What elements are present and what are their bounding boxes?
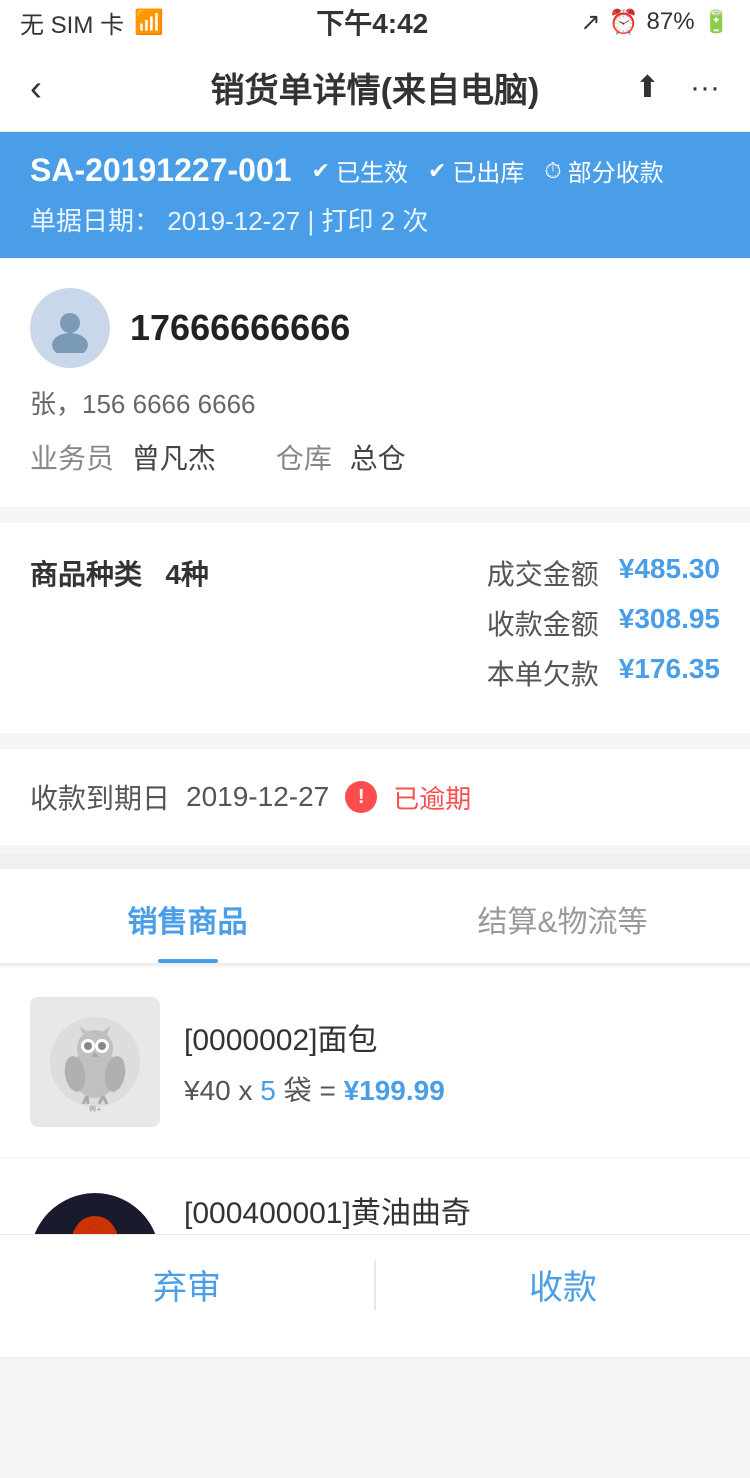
warehouse-label: 仓库 <box>276 443 332 474</box>
print-info: | 打印 2 次 <box>307 206 428 236</box>
summary-left: 商品种类 4种 <box>30 553 209 593</box>
status-shipped: ✔ 已出库 <box>428 153 524 188</box>
status-partial: ⏱ 部分收款 <box>544 153 663 188</box>
product-name-2: [000400001]黄油曲奇 <box>184 1188 720 1232</box>
svg-text:兽+: 兽+ <box>89 1104 102 1112</box>
payment-due-label: 收款到期日 <box>30 777 170 817</box>
nav-bar: ‹ 销货单详情(来自电脑) ⬆ ··· <box>0 44 750 132</box>
overdue-text: 已逾期 <box>393 779 471 816</box>
location-icon: ↗ <box>581 8 601 37</box>
type-label: 商品种类 <box>30 559 142 590</box>
customer-section: 17666666666 张，156 6666 6666 业务员 曾凡杰 仓库 总… <box>0 258 750 507</box>
carrier-text: 无 SIM 卡 <box>20 5 124 40</box>
bottom-bar: 弃审 收款 <box>0 1234 750 1334</box>
owed-row: 本单欠款 ¥176.35 <box>487 653 720 693</box>
back-button[interactable]: ‹ <box>30 67 90 109</box>
customer-sub-info: 张，156 6666 6666 <box>30 384 720 421</box>
check-icon-1: ✔ <box>312 158 330 184</box>
nav-actions: ⬆ ··· <box>635 70 720 105</box>
order-date-row: 单据日期： 2019-12-27 | 打印 2 次 <box>30 201 720 238</box>
salesperson-info: 业务员 曾凡杰 <box>30 437 216 477</box>
received-label: 收款金额 <box>487 603 599 643</box>
payment-due-section: 收款到期日 2019-12-27 ! 已逾期 <box>0 749 750 845</box>
status-left: 无 SIM 卡 📶 <box>20 5 164 40</box>
order-id: SA-20191227-001 <box>30 152 292 189</box>
confirm-button[interactable]: 收款 <box>376 1240 750 1329</box>
warehouse-info: 仓库 总仓 <box>276 437 406 477</box>
customer-avatar <box>30 288 110 368</box>
order-header-banner: SA-20191227-001 ✔ 已生效 ✔ 已出库 ⏱ 部分收款 单据日期：… <box>0 132 750 258</box>
amount-value: ¥485.30 <box>619 553 720 593</box>
warehouse-value: 总仓 <box>350 443 406 474</box>
salesperson-value: 曾凡杰 <box>132 443 216 474</box>
list-item: 兽+ [0000002]面包 ¥40 x 5 袋 = ¥199.99 <box>0 967 750 1158</box>
page-title: 销货单详情(来自电脑) <box>211 63 540 112</box>
salesperson-label: 业务员 <box>30 443 114 474</box>
banner-row1: SA-20191227-001 ✔ 已生效 ✔ 已出库 ⏱ 部分收款 <box>30 152 720 189</box>
check-icon-2: ✔ <box>428 158 446 184</box>
customer-row: 17666666666 <box>30 288 720 368</box>
status-right: ↗ ⏰ 87% 🔋 <box>581 8 730 37</box>
status-time: 下午4:42 <box>316 2 428 42</box>
status-effective: ✔ 已生效 <box>312 153 408 188</box>
tab-sales[interactable]: 销售商品 <box>0 869 375 963</box>
tabs-bar: 销售商品 结算&物流等 <box>0 869 750 965</box>
customer-phone: 17666666666 <box>130 307 350 349</box>
payment-due-date: 2019-12-27 <box>186 781 329 813</box>
more-button[interactable]: ··· <box>690 71 720 105</box>
product-info-1: [0000002]面包 ¥40 x 5 袋 = ¥199.99 <box>184 1015 720 1109</box>
battery-icon: 🔋 <box>703 9 730 35</box>
received-row: 收款金额 ¥308.95 <box>487 603 720 643</box>
clock-icon: ⏱ <box>544 158 561 184</box>
cancel-button[interactable]: 弃审 <box>0 1240 374 1329</box>
alarm-icon: ⏰ <box>609 8 639 37</box>
product-name-1: [0000002]面包 <box>184 1015 720 1059</box>
product-total-1: ¥199.99 <box>344 1075 445 1106</box>
order-date: 2019-12-27 <box>167 206 300 236</box>
status-bar: 无 SIM 卡 📶 下午4:42 ↗ ⏰ 87% 🔋 <box>0 0 750 44</box>
customer-meta: 业务员 曾凡杰 仓库 总仓 <box>30 437 720 477</box>
battery-text: 87% <box>647 8 695 36</box>
tab-settlement[interactable]: 结算&物流等 <box>375 869 750 963</box>
amount-label: 成交金额 <box>487 553 599 593</box>
summary-right: 成交金额 ¥485.30 收款金额 ¥308.95 本单欠款 ¥176.35 <box>487 553 720 703</box>
share-button[interactable]: ⬆ <box>635 70 660 105</box>
overdue-icon: ! <box>345 781 377 813</box>
amount-row: 成交金额 ¥485.30 <box>487 553 720 593</box>
owed-value: ¥176.35 <box>619 653 720 693</box>
product-qty-1: 5 <box>260 1075 276 1106</box>
bottom-spacer <box>0 1358 750 1478</box>
owed-label: 本单欠款 <box>487 653 599 693</box>
product-image-1: 兽+ <box>30 997 160 1127</box>
wifi-icon: 📶 <box>134 8 164 37</box>
date-label: 单据日期： <box>30 206 160 236</box>
separator <box>0 853 750 869</box>
product-price-1: ¥40 x 5 袋 = ¥199.99 <box>184 1069 720 1109</box>
product-type-row: 商品种类 4种 <box>30 553 209 593</box>
type-count: 4种 <box>165 559 209 590</box>
received-value: ¥308.95 <box>619 603 720 643</box>
summary-section: 商品种类 4种 成交金额 ¥485.30 收款金额 ¥308.95 本单欠款 ¥… <box>0 523 750 733</box>
